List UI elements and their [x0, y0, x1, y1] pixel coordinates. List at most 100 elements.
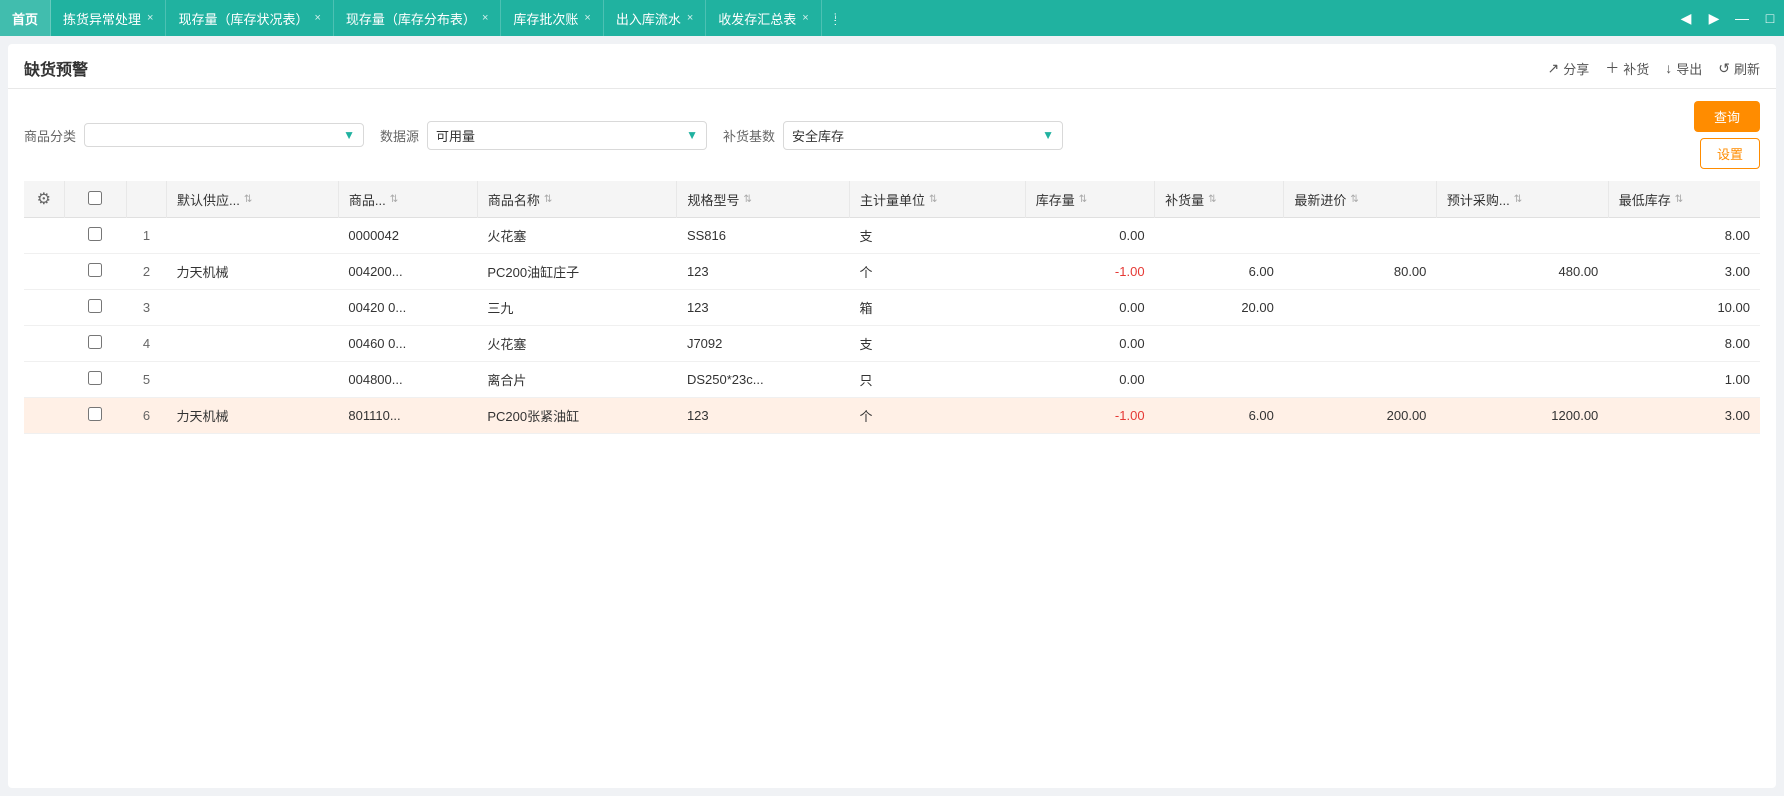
row-checkbox-cell[interactable]: [64, 218, 127, 254]
table-row: 6 力天机械 801110... PC200张紧油缸 123 个 -1.00 6…: [24, 398, 1760, 434]
tab-bar: 首页拣货异常处理×现存量（库存状况表）×现存量（库存分布表）×库存批次账×出入库…: [0, 0, 1784, 36]
tab-label-1: 拣货异常处理: [63, 9, 141, 28]
page-header: 缺货预警 ↗ 分享 ＋ 补货 ↓ 导出 ↺ 刷新: [8, 44, 1776, 89]
tab-item-3[interactable]: 现存量（库存分布表） ×: [334, 0, 501, 36]
base-label: 补货基数: [723, 126, 775, 145]
unit-sort-icon[interactable]: ⇅: [929, 194, 937, 205]
supplement-sort-icon[interactable]: ⇅: [1208, 194, 1216, 205]
row-supplement-cell: 6.00: [1155, 254, 1284, 290]
row-product-code-cell: 004200...: [338, 254, 477, 290]
estimated-purchase-col-label: 预计采购...: [1447, 190, 1510, 209]
tab-item-5[interactable]: 出入库流水×: [604, 0, 706, 36]
row-product-code-cell: 0000042: [338, 218, 477, 254]
tab-item-4[interactable]: 库存批次账×: [501, 0, 603, 36]
select-all-checkbox[interactable]: [88, 191, 102, 205]
data-table: ⚙ 默认供应... ⇅ 商品...: [24, 181, 1760, 434]
datasource-arrow-icon: ▼: [686, 128, 698, 142]
row-gear-cell: [24, 362, 64, 398]
row-supplier-cell: 力天机械: [167, 398, 339, 434]
row-spec-cell: J7092: [677, 326, 850, 362]
product-code-sort-icon[interactable]: ⇅: [390, 194, 398, 205]
supplier-sort-icon[interactable]: ⇅: [244, 194, 252, 205]
row-checkbox-3[interactable]: [88, 335, 102, 349]
refresh-label: 刷新: [1734, 59, 1760, 78]
supplement-label: 补货: [1623, 59, 1649, 78]
tab-item-2[interactable]: 现存量（库存状况表）×: [166, 0, 333, 36]
tab-item-7[interactable]: 要货单统计表×: [822, 0, 836, 36]
row-checkbox-cell[interactable]: [64, 290, 127, 326]
row-latest-price-cell: [1284, 218, 1437, 254]
row-unit-cell: 只: [850, 362, 1026, 398]
row-checkbox-2[interactable]: [88, 299, 102, 313]
spec-sort-icon[interactable]: ⇅: [743, 194, 751, 205]
export-button[interactable]: ↓ 导出: [1665, 59, 1702, 78]
supplier-col-label: 默认供应...: [177, 190, 240, 209]
supplement-button[interactable]: ＋ 补货: [1605, 58, 1649, 78]
row-num-cell: 6: [127, 398, 167, 434]
row-checkbox-cell[interactable]: [64, 398, 127, 434]
query-button[interactable]: 查询: [1694, 101, 1760, 132]
row-checkbox-cell[interactable]: [64, 362, 127, 398]
tab-item-6[interactable]: 收发存汇总表×: [706, 0, 821, 36]
row-product-name-cell: PC200张紧油缸: [477, 398, 677, 434]
tab-close-3[interactable]: ×: [482, 12, 488, 24]
column-unit: 主计量单位 ⇅: [850, 181, 1026, 218]
row-product-code-cell: 801110...: [338, 398, 477, 434]
row-min-stock-cell: 3.00: [1608, 398, 1760, 434]
column-settings[interactable]: ⚙: [24, 181, 64, 218]
min-stock-col-label: 最低库存: [1619, 190, 1671, 209]
row-latest-price-cell: 80.00: [1284, 254, 1437, 290]
stock-sort-icon[interactable]: ⇅: [1079, 194, 1087, 205]
row-product-code-cell: 00420 0...: [338, 290, 477, 326]
tab-close-5[interactable]: ×: [687, 12, 693, 24]
row-checkbox-5[interactable]: [88, 407, 102, 421]
row-min-stock-cell: 10.00: [1608, 290, 1760, 326]
row-num-cell: 1: [127, 218, 167, 254]
maximize-button[interactable]: □: [1756, 0, 1784, 36]
row-estimated-purchase-cell: 1200.00: [1436, 398, 1608, 434]
row-checkbox-1[interactable]: [88, 263, 102, 277]
row-product-name-cell: 三九: [477, 290, 677, 326]
tab-item-1[interactable]: 拣货异常处理 ×: [51, 0, 166, 36]
tab-close-4[interactable]: ×: [584, 12, 590, 24]
datasource-select[interactable]: 可用量 ▼: [427, 121, 707, 150]
table-row: 5 004800... 离合片 DS250*23c... 只 0.00 1.00: [24, 362, 1760, 398]
tab-close-1[interactable]: ×: [147, 12, 153, 24]
tab-item-0[interactable]: 首页: [0, 0, 51, 36]
refresh-button[interactable]: ↺ 刷新: [1718, 59, 1760, 78]
latest-price-sort-icon[interactable]: ⇅: [1350, 194, 1358, 205]
header-actions: ↗ 分享 ＋ 补货 ↓ 导出 ↺ 刷新: [1547, 58, 1760, 78]
refresh-icon: ↺: [1718, 60, 1730, 77]
row-stock-cell: 0.00: [1025, 290, 1154, 326]
page-title: 缺货预警: [24, 56, 88, 80]
supplement-col-label: 补货量: [1165, 190, 1204, 209]
tab-next-button[interactable]: ▶: [1700, 0, 1728, 36]
base-arrow-icon: ▼: [1042, 128, 1054, 142]
row-spec-cell: SS816: [677, 218, 850, 254]
export-label: 导出: [1676, 59, 1702, 78]
datasource-label: 数据源: [380, 126, 419, 145]
row-product-name-cell: PC200油缸庄子: [477, 254, 677, 290]
row-num-cell: 3: [127, 290, 167, 326]
estimated-purchase-sort-icon[interactable]: ⇅: [1514, 194, 1522, 205]
gear-icon[interactable]: ⚙: [37, 191, 51, 208]
minimize-button[interactable]: ―: [1728, 0, 1756, 36]
min-stock-sort-icon[interactable]: ⇅: [1675, 194, 1683, 205]
row-checkbox-cell[interactable]: [64, 326, 127, 362]
tab-label-3: 现存量（库存分布表）: [346, 9, 476, 28]
row-checkbox-4[interactable]: [88, 371, 102, 385]
row-checkbox-cell[interactable]: [64, 254, 127, 290]
tab-close-6[interactable]: ×: [802, 12, 808, 24]
tab-close-2[interactable]: ×: [314, 12, 320, 24]
column-estimated-purchase: 预计采购... ⇅: [1436, 181, 1608, 218]
base-select[interactable]: 安全库存 ▼: [783, 121, 1063, 150]
product-name-sort-icon[interactable]: ⇅: [544, 194, 552, 205]
row-estimated-purchase-cell: 480.00: [1436, 254, 1608, 290]
table-row: 2 力天机械 004200... PC200油缸庄子 123 个 -1.00 6…: [24, 254, 1760, 290]
settings-button[interactable]: 设置: [1700, 138, 1760, 169]
row-checkbox-0[interactable]: [88, 227, 102, 241]
share-button[interactable]: ↗ 分享: [1547, 59, 1589, 78]
category-select[interactable]: ▼: [84, 123, 364, 147]
tab-prev-button[interactable]: ◀: [1672, 0, 1700, 36]
export-icon: ↓: [1665, 60, 1672, 76]
